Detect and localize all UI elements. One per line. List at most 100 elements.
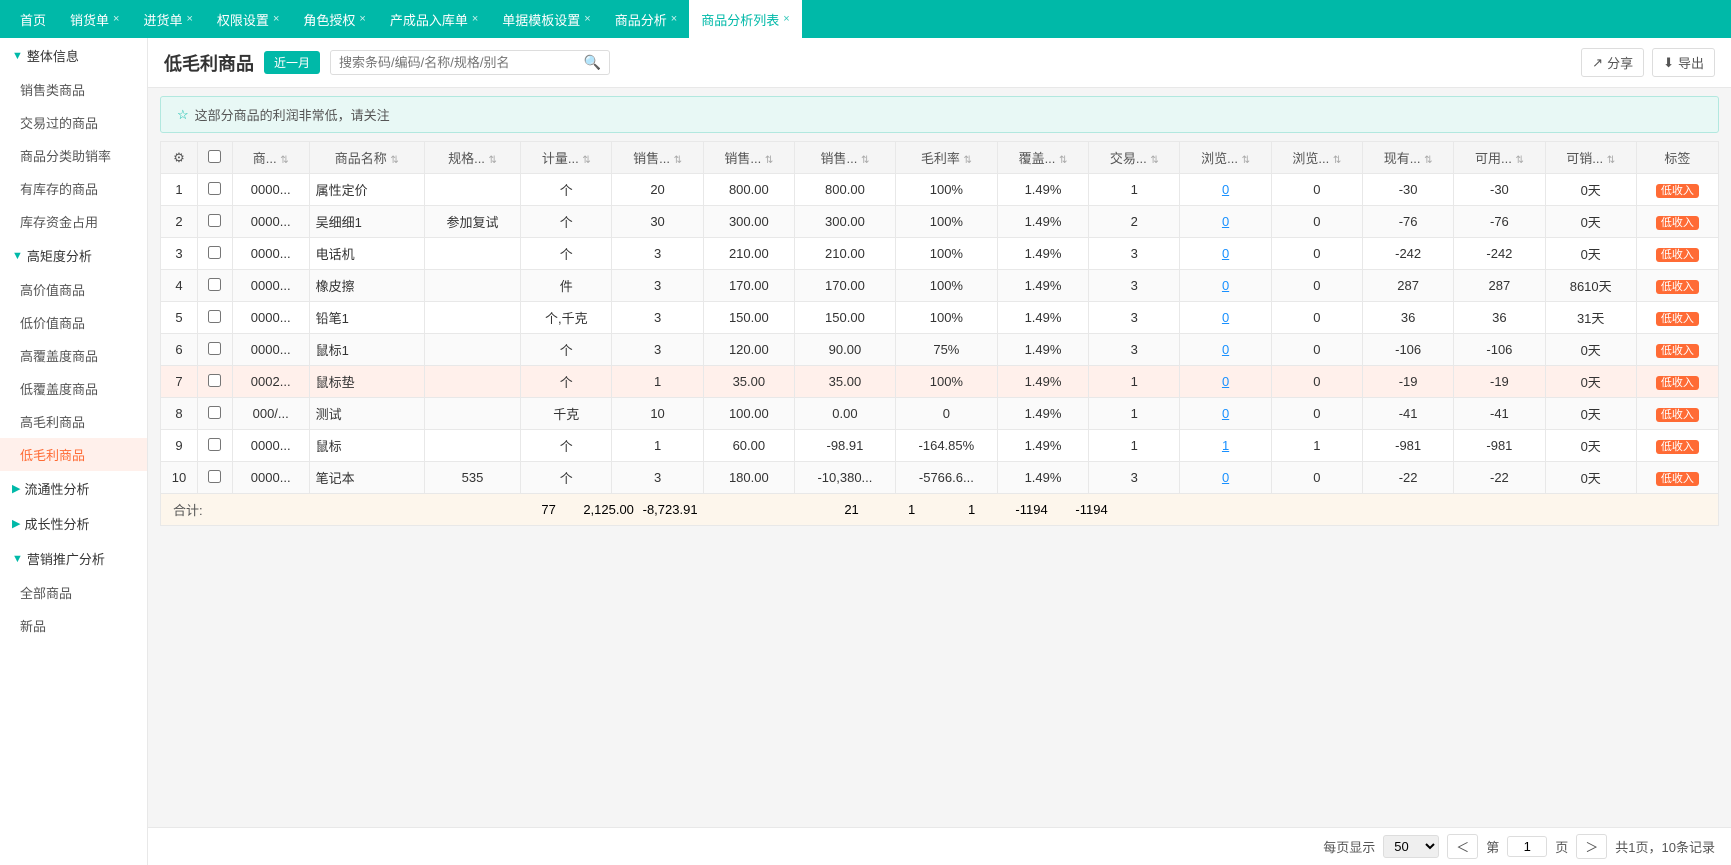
row-name[interactable]: 鼠标1: [309, 334, 424, 366]
sidebar-item-low-coverage[interactable]: 低覆盖度商品: [0, 372, 147, 405]
col-name[interactable]: 商品名称 ⇅: [309, 142, 424, 174]
sidebar-item-low-margin[interactable]: 低毛利商品: [0, 438, 147, 471]
close-icon[interactable]: ×: [113, 13, 119, 25]
close-icon[interactable]: ×: [783, 13, 789, 25]
col-current-stock[interactable]: 现有... ⇅: [1362, 142, 1453, 174]
sidebar-item-stock-products[interactable]: 有库存的商品: [0, 172, 147, 205]
sidebar-item-high-value[interactable]: 高价值商品: [0, 273, 147, 306]
sidebar-item-traded-products[interactable]: 交易过的商品: [0, 106, 147, 139]
nav-item-sales[interactable]: 销货单 ×: [58, 0, 131, 38]
row-browse1[interactable]: 0: [1180, 462, 1271, 494]
row-checkbox[interactable]: [198, 366, 233, 398]
date-filter-button[interactable]: 近一月: [264, 51, 320, 74]
sidebar-item-sales-products[interactable]: 销售类商品: [0, 73, 147, 106]
col-spec[interactable]: 规格... ⇅: [424, 142, 520, 174]
row-sales-amount: 210.00: [794, 238, 895, 270]
search-input[interactable]: [339, 55, 584, 70]
row-name[interactable]: 鼠标垫: [309, 366, 424, 398]
col-gear[interactable]: ⚙: [161, 142, 198, 174]
col-checkbox[interactable]: [198, 142, 233, 174]
col-coverage[interactable]: 覆盖... ⇅: [997, 142, 1088, 174]
close-icon[interactable]: ×: [359, 13, 365, 25]
row-browse1[interactable]: 0: [1180, 398, 1271, 430]
row-name[interactable]: 橡皮擦: [309, 270, 424, 302]
col-saleable[interactable]: 可销... ⇅: [1545, 142, 1636, 174]
row-checkbox[interactable]: [198, 302, 233, 334]
row-checkbox[interactable]: [198, 270, 233, 302]
sidebar-item-high-margin[interactable]: 高毛利商品: [0, 405, 147, 438]
col-unit[interactable]: 计量... ⇅: [521, 142, 612, 174]
row-name[interactable]: 鼠标: [309, 430, 424, 462]
gear-icon[interactable]: ⚙: [173, 150, 185, 165]
select-all-checkbox[interactable]: [208, 150, 221, 163]
sidebar-item-new-products[interactable]: 新品: [0, 609, 147, 642]
row-name[interactable]: 铅笔1: [309, 302, 424, 334]
search-icon[interactable]: 🔍: [584, 54, 601, 71]
close-icon[interactable]: ×: [584, 13, 590, 25]
nav-item-goods-analysis[interactable]: 商品分析 ×: [603, 0, 689, 38]
close-icon[interactable]: ×: [671, 13, 677, 25]
row-code: 000/...: [232, 398, 309, 430]
sidebar-item-stock-capital[interactable]: 库存资金占用: [0, 205, 147, 238]
nav-item-roles[interactable]: 角色授权 ×: [291, 0, 377, 38]
col-browse2[interactable]: 浏览... ⇅: [1271, 142, 1362, 174]
row-name[interactable]: 笔记本: [309, 462, 424, 494]
next-page-button[interactable]: ＞: [1576, 834, 1607, 859]
row-browse1[interactable]: 1: [1180, 430, 1271, 462]
row-checkbox[interactable]: [198, 334, 233, 366]
col-gross-margin[interactable]: 毛利率 ⇅: [895, 142, 997, 174]
prev-page-button[interactable]: ＜: [1447, 834, 1478, 859]
sidebar-item-all-products[interactable]: 全部商品: [0, 576, 147, 609]
sidebar-item-high-coverage[interactable]: 高覆盖度商品: [0, 339, 147, 372]
nav-item-templates[interactable]: 单据模板设置 ×: [490, 0, 602, 38]
sidebar-group-overall[interactable]: ▼ 整体信息: [0, 38, 147, 73]
sidebar-item-low-value[interactable]: 低价值商品: [0, 306, 147, 339]
sidebar-item-category-sales[interactable]: 商品分类助销率: [0, 139, 147, 172]
close-icon[interactable]: ×: [273, 13, 279, 25]
export-button[interactable]: ⬇ 导出: [1652, 48, 1715, 77]
row-checkbox[interactable]: [198, 462, 233, 494]
table-footer: 合计: 77 2,125.00 -8,723.91 21 1 1 -1194 -…: [160, 494, 1719, 526]
page-size-select[interactable]: 50 100 200: [1383, 835, 1439, 858]
row-browse1[interactable]: 0: [1180, 206, 1271, 238]
col-tag[interactable]: 标签: [1636, 142, 1718, 174]
row-browse1[interactable]: 0: [1180, 174, 1271, 206]
row-checkbox[interactable]: [198, 398, 233, 430]
row-name[interactable]: 吴细细1: [309, 206, 424, 238]
col-code[interactable]: 商... ⇅: [232, 142, 309, 174]
row-spec: [424, 302, 520, 334]
col-sales-amount[interactable]: 销售... ⇅: [794, 142, 895, 174]
row-checkbox[interactable]: [198, 430, 233, 462]
sidebar-group-circulation[interactable]: ▶ 流通性分析: [0, 471, 147, 506]
nav-item-permissions[interactable]: 权限设置 ×: [205, 0, 291, 38]
col-browse1[interactable]: 浏览... ⇅: [1180, 142, 1271, 174]
row-browse1[interactable]: 0: [1180, 334, 1271, 366]
nav-item-home[interactable]: 首页: [8, 0, 58, 38]
col-sales-price[interactable]: 销售... ⇅: [703, 142, 794, 174]
row-browse1[interactable]: 0: [1180, 302, 1271, 334]
row-browse1[interactable]: 0: [1180, 366, 1271, 398]
col-transaction[interactable]: 交易... ⇅: [1089, 142, 1180, 174]
row-checkbox[interactable]: [198, 238, 233, 270]
sidebar-group-marketing[interactable]: ▼ 营销推广分析: [0, 541, 147, 576]
nav-item-goods-analysis-list[interactable]: 商品分析列表 ×: [689, 0, 801, 38]
page-input[interactable]: [1507, 836, 1547, 857]
row-name[interactable]: 属性定价: [309, 174, 424, 206]
row-checkbox[interactable]: [198, 206, 233, 238]
row-browse2: 0: [1271, 174, 1362, 206]
row-checkbox[interactable]: [198, 174, 233, 206]
close-icon[interactable]: ×: [472, 13, 478, 25]
col-available[interactable]: 可用... ⇅: [1454, 142, 1545, 174]
row-coverage: 1.49%: [997, 174, 1088, 206]
sidebar-group-matrix[interactable]: ▼ 高矩度分析: [0, 238, 147, 273]
share-button[interactable]: ↗ 分享: [1581, 48, 1644, 77]
row-browse1[interactable]: 0: [1180, 270, 1271, 302]
sidebar-group-growth[interactable]: ▶ 成长性分析: [0, 506, 147, 541]
nav-item-purchase[interactable]: 进货单 ×: [131, 0, 204, 38]
row-browse1[interactable]: 0: [1180, 238, 1271, 270]
close-icon[interactable]: ×: [186, 13, 192, 25]
nav-item-products[interactable]: 产成品入库单 ×: [378, 0, 490, 38]
col-sales-qty[interactable]: 销售... ⇅: [612, 142, 703, 174]
row-name[interactable]: 电话机: [309, 238, 424, 270]
row-name[interactable]: 测试: [309, 398, 424, 430]
